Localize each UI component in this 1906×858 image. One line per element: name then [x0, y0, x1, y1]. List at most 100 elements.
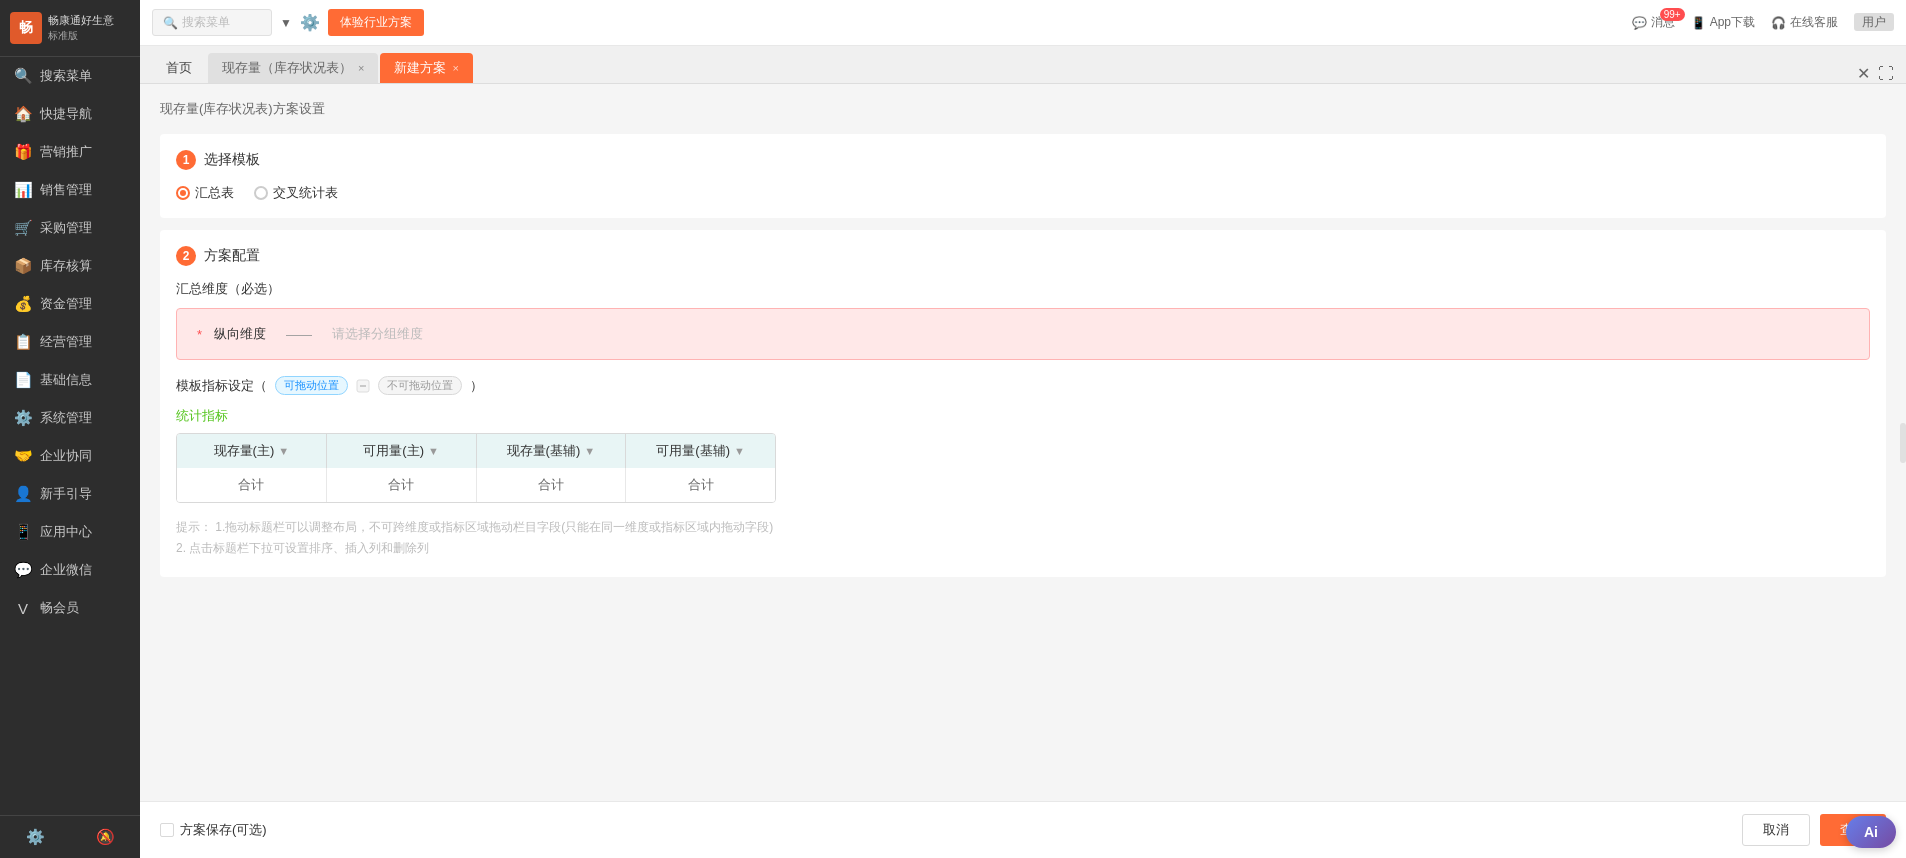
page-title: 现存量(库存状况表)方案设置 — [160, 100, 1886, 118]
stats-title: 统计指标 — [176, 407, 1870, 425]
tips-section: 提示： 1.拖动标题栏可以调整布局，不可跨维度或指标区域拖动栏目字段(只能在同一… — [176, 519, 1870, 557]
template-setting-suffix: ） — [470, 377, 483, 395]
save-checkbox[interactable] — [160, 823, 174, 837]
stats-col-1[interactable]: 可用量(主) ▼ — [327, 434, 477, 468]
radio-summary-circle — [176, 186, 190, 200]
user-menu[interactable]: 用户 — [1854, 14, 1894, 31]
sidebar-item-operations[interactable]: 📋 经营管理 — [0, 323, 140, 361]
sidebar-item-member[interactable]: V 畅会员 — [0, 589, 140, 627]
gift-icon: 🎁 — [14, 143, 32, 161]
sidebar-item-newbie[interactable]: 👤 新手引导 — [0, 475, 140, 513]
user-icon: 👤 — [14, 485, 32, 503]
topbar-dropdown[interactable]: ▼ — [280, 16, 292, 30]
step2-header: 2 方案配置 — [176, 246, 1870, 266]
cancel-button[interactable]: 取消 — [1742, 814, 1810, 846]
stats-body-1: 合计 — [327, 468, 477, 502]
ai-button[interactable]: Ai — [1846, 816, 1896, 848]
message-badge: 99+ — [1660, 8, 1685, 21]
sidebar-item-quicknav[interactable]: 🏠 快捷导航 — [0, 95, 140, 133]
step1-num: 1 — [176, 150, 196, 170]
movable-tag: 可拖动位置 — [275, 376, 348, 395]
close-window-btn[interactable]: ✕ — [1857, 64, 1870, 83]
online-service-btn[interactable]: 🎧 在线客服 — [1771, 14, 1838, 31]
messages-btn[interactable]: 💬 消息 99+ — [1632, 14, 1675, 31]
avatar: 用户 — [1854, 13, 1894, 31]
step2-num: 2 — [176, 246, 196, 266]
sidebar-logo: 畅 畅康通好生意 标准版 — [0, 0, 140, 57]
radio-cross-circle — [254, 186, 268, 200]
mute-btn[interactable]: 🔕 — [88, 824, 123, 850]
topbar-left: 🔍 搜索菜单 ▼ ⚙️ 体验行业方案 — [152, 9, 1624, 36]
template-setting-mid — [356, 379, 370, 393]
tip-2: 2. 点击标题栏下拉可设置排序、插入列和删除列 — [176, 540, 1870, 557]
topbar-right: 💬 消息 99+ 📱 App下载 🎧 在线客服 用户 — [1632, 14, 1894, 31]
sidebar-item-wechat[interactable]: 💬 企业微信 — [0, 551, 140, 589]
search-icon: 🔍 — [163, 16, 178, 30]
stats-col-2[interactable]: 现存量(基辅) ▼ — [477, 434, 627, 468]
money-icon: 💰 — [14, 295, 32, 313]
topbar: 🔍 搜索菜单 ▼ ⚙️ 体验行业方案 💬 消息 99+ 📱 App下载 🎧 在线… — [140, 0, 1906, 46]
sidebar-item-system[interactable]: ⚙️ 系统管理 — [0, 399, 140, 437]
stats-col-0[interactable]: 现存量(主) ▼ — [177, 434, 327, 468]
dim-dash: —— — [286, 327, 312, 342]
tag-separator-icon — [356, 379, 370, 393]
stats-table-body: 合计 合计 合计 合计 — [177, 468, 775, 502]
step1-section: 1 选择模板 汇总表 交叉统计表 — [160, 134, 1886, 218]
dimension-box[interactable]: * 纵向维度 —— 请选择分组维度 — [176, 308, 1870, 360]
main-area: 🔍 搜索菜单 ▼ ⚙️ 体验行业方案 💬 消息 99+ 📱 App下载 🎧 在线… — [140, 0, 1906, 858]
stats-col-3-dropdown[interactable]: ▼ — [734, 445, 745, 457]
handshake-icon: 🤝 — [14, 447, 32, 465]
stats-col-0-dropdown[interactable]: ▼ — [278, 445, 289, 457]
chart-icon: 📊 — [14, 181, 32, 199]
logo-text: 畅康通好生意 标准版 — [48, 13, 114, 42]
stats-table-header: 现存量(主) ▼ 可用量(主) ▼ 现存量(基辅) ▼ 可用量(基辅) — [177, 434, 775, 468]
cart-icon: 🛒 — [14, 219, 32, 237]
resize-handle[interactable] — [1900, 423, 1906, 463]
home-icon: 🏠 — [14, 105, 32, 123]
template-radio-group: 汇总表 交叉统计表 — [176, 184, 1870, 202]
sidebar-item-marketing[interactable]: 🎁 营销推广 — [0, 133, 140, 171]
footer: 方案保存(可选) 取消 查询 — [140, 801, 1906, 858]
sidebar-item-inventory[interactable]: 📦 库存核算 — [0, 247, 140, 285]
dim-placeholder: 请选择分组维度 — [332, 325, 423, 343]
industry-btn[interactable]: 体验行业方案 — [328, 9, 424, 36]
step1-header: 1 选择模板 — [176, 150, 1870, 170]
logo-icon: 畅 — [10, 12, 42, 44]
expand-window-btn[interactable]: ⛶ — [1878, 65, 1894, 83]
sidebar-item-apps[interactable]: 📱 应用中心 — [0, 513, 140, 551]
tab-close-new-scheme[interactable]: × — [452, 62, 458, 74]
sidebar-item-finance[interactable]: 💰 资金管理 — [0, 285, 140, 323]
sidebar-bottom: ⚙️ 🔕 — [0, 815, 140, 858]
stats-col-1-dropdown[interactable]: ▼ — [428, 445, 439, 457]
content-area: 现存量(库存状况表)方案设置 1 选择模板 汇总表 交叉统计表 2 — [140, 84, 1906, 801]
radio-cross[interactable]: 交叉统计表 — [254, 184, 338, 202]
search-icon: 🔍 — [14, 67, 32, 85]
stats-col-3[interactable]: 可用量(基辅) ▼ — [626, 434, 775, 468]
document-icon: 📄 — [14, 371, 32, 389]
stats-col-2-dropdown[interactable]: ▼ — [584, 445, 595, 457]
template-setting-prefix: 模板指标设定（ — [176, 377, 267, 395]
sidebar-item-enterprise[interactable]: 🤝 企业协同 — [0, 437, 140, 475]
app-download-btn[interactable]: 📱 App下载 — [1691, 14, 1755, 31]
fixed-tag: 不可拖动位置 — [378, 376, 462, 395]
vip-icon: V — [14, 600, 32, 617]
summary-dim-label: 汇总维度（必选） — [176, 280, 1870, 298]
radio-summary[interactable]: 汇总表 — [176, 184, 234, 202]
settings-bottom-btn[interactable]: ⚙️ — [18, 824, 53, 850]
tab-close-inventory[interactable]: × — [358, 62, 364, 74]
tab-new-scheme[interactable]: 新建方案 × — [380, 53, 472, 83]
search-box[interactable]: 🔍 搜索菜单 — [152, 9, 272, 36]
sidebar-item-sales[interactable]: 📊 销售管理 — [0, 171, 140, 209]
sidebar-item-purchase[interactable]: 🛒 采购管理 — [0, 209, 140, 247]
topbar-settings-icon[interactable]: ⚙️ — [300, 13, 320, 32]
sidebar-item-search[interactable]: 🔍 搜索菜单 — [0, 57, 140, 95]
template-setting-row: 模板指标设定（ 可拖动位置 不可拖动位置 ） — [176, 376, 1870, 395]
gear-icon: ⚙️ — [14, 409, 32, 427]
tab-inventory-status[interactable]: 现存量（库存状况表） × — [208, 53, 378, 83]
clipboard-icon: 📋 — [14, 333, 32, 351]
mobile-icon: 📱 — [14, 523, 32, 541]
save-label: 方案保存(可选) — [180, 821, 267, 839]
tab-home[interactable]: 首页 — [152, 53, 206, 83]
step2-section: 2 方案配置 汇总维度（必选） * 纵向维度 —— 请选择分组维度 模板指标设定… — [160, 230, 1886, 577]
sidebar-item-basic[interactable]: 📄 基础信息 — [0, 361, 140, 399]
